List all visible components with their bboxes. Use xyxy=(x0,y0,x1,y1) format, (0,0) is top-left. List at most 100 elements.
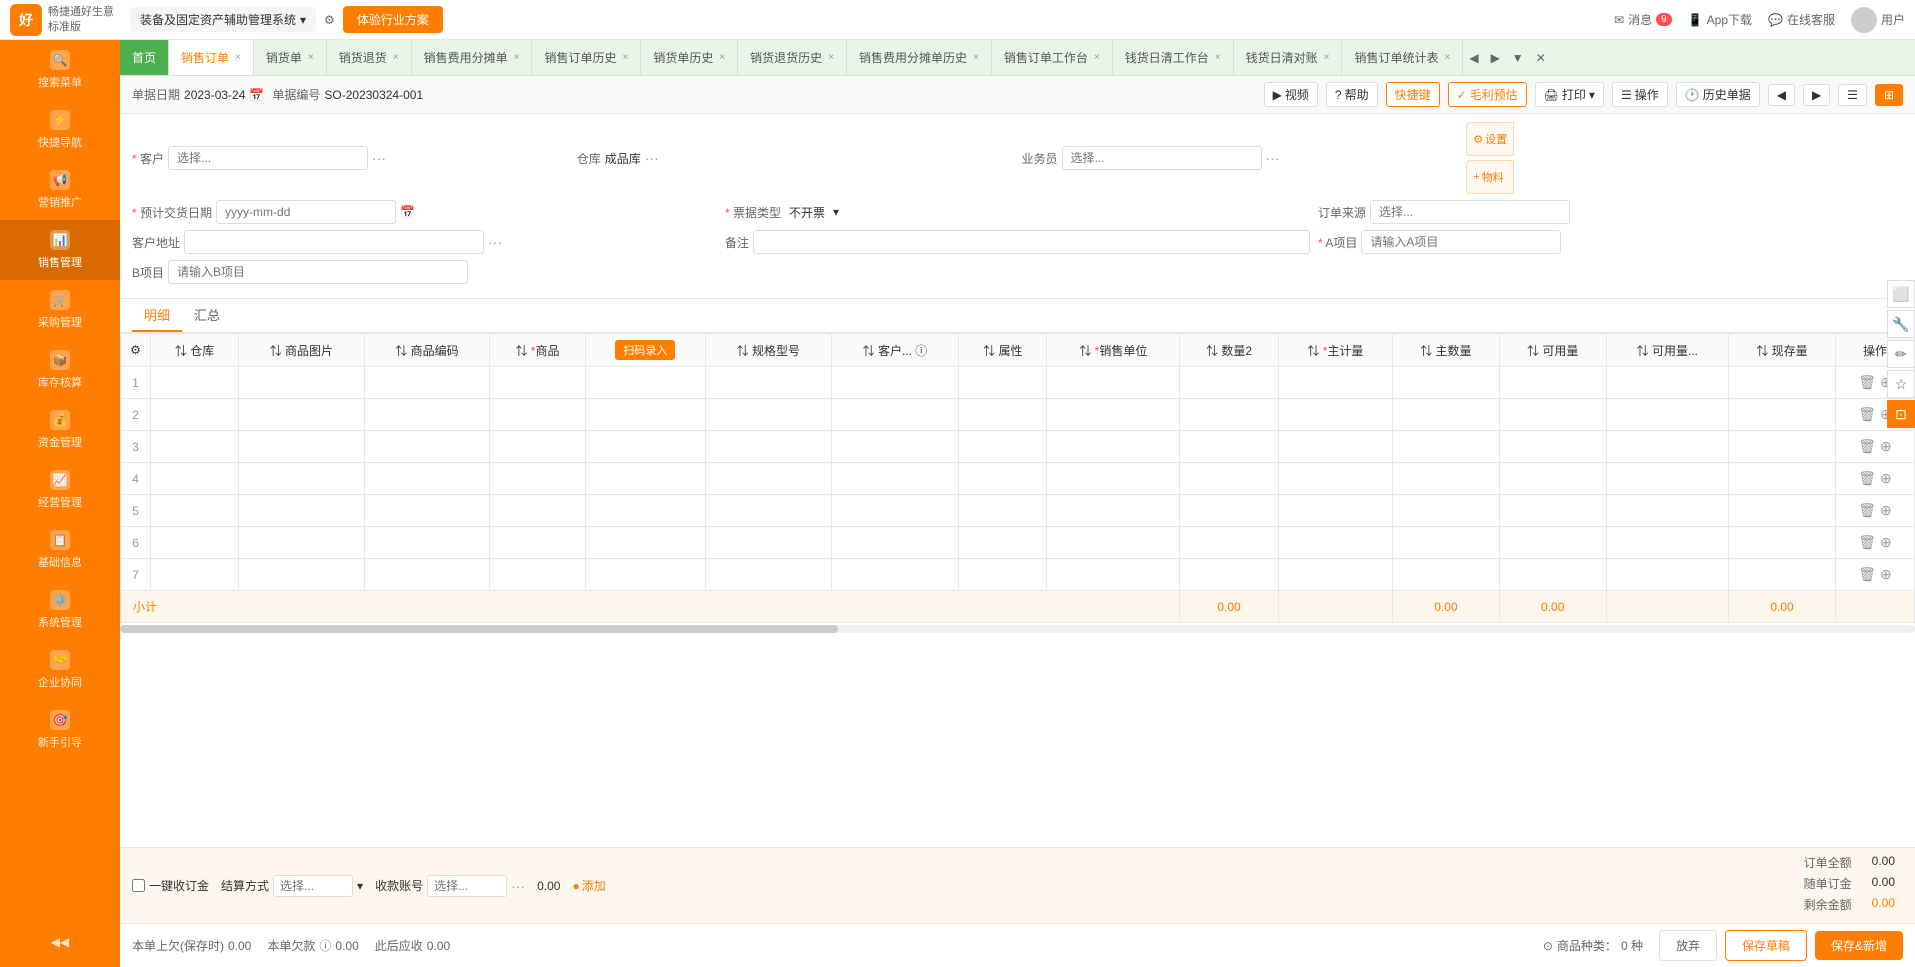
sidebar-item-management[interactable]: 📈 经营管理 xyxy=(0,460,120,520)
col-scan[interactable]: 扫码录入 xyxy=(585,334,705,367)
discard-btn[interactable]: 放弃 xyxy=(1659,930,1717,961)
operation-btn[interactable]: ☰ 操作 xyxy=(1612,82,1668,107)
tab-close-cash-reconcile[interactable]: × xyxy=(1324,52,1330,63)
col-product-code[interactable]: ⇅ 商品编码 xyxy=(364,334,490,367)
app-download-btn[interactable]: 📱 App下载 xyxy=(1688,11,1752,28)
col-product-name[interactable]: ⇅ *商品 xyxy=(490,334,585,367)
sidebar-item-search[interactable]: 🔍 搜索菜单 xyxy=(0,40,120,100)
tab-close-expense-split[interactable]: × xyxy=(514,52,520,63)
save-new-btn[interactable]: 保存&新增 xyxy=(1815,931,1903,960)
sidebar-item-system[interactable]: ⚙️ 系统管理 xyxy=(0,580,120,640)
one-click-payment-checkbox[interactable] xyxy=(132,879,145,892)
tab-sales-order[interactable]: 销售订单 × xyxy=(169,40,254,76)
calendar-icon[interactable]: 📅 xyxy=(249,88,264,102)
customer-addr-input[interactable] xyxy=(184,230,484,254)
tab-menu-btn[interactable]: ▼ xyxy=(1506,51,1530,65)
tab-home[interactable]: 首页 xyxy=(120,40,169,76)
online-service-btn[interactable]: 💬 在线客服 xyxy=(1768,11,1835,28)
sidebar-item-basic[interactable]: 📋 基础信息 xyxy=(0,520,120,580)
col-available-more[interactable]: ⇅ 可用量... xyxy=(1606,334,1728,367)
col-current-stock[interactable]: ⇅ 现存量 xyxy=(1729,334,1836,367)
payment-method-dropdown[interactable]: ▾ xyxy=(357,879,363,893)
tab-close-invoice-history[interactable]: × xyxy=(719,52,725,63)
tab-invoice-history[interactable]: 销货单历史 × xyxy=(641,40,738,76)
detail-tab-detail[interactable]: 明细 xyxy=(132,299,182,332)
row-delete-icon[interactable]: 🗑 xyxy=(1858,566,1876,583)
payment-method-input[interactable] xyxy=(273,875,353,897)
next-record-btn[interactable]: ▶ xyxy=(1803,84,1830,106)
col-attribute[interactable]: ⇅ 属性 xyxy=(959,334,1047,367)
sidebar-item-guide[interactable]: 🎯 新手引导 xyxy=(0,700,120,760)
tab-close-return[interactable]: × xyxy=(393,52,399,63)
tab-close-cash-workbench[interactable]: × xyxy=(1215,52,1221,63)
horizontal-scrollbar[interactable] xyxy=(120,625,1915,633)
tab-prev-btn[interactable]: ◀ xyxy=(1463,51,1484,65)
col-qty2[interactable]: ⇅ 数量2 xyxy=(1180,334,1279,367)
float-btn-1[interactable]: ⬜ xyxy=(1887,280,1915,308)
salesman-input[interactable] xyxy=(1062,146,1262,170)
delivery-calendar-icon[interactable]: 📅 xyxy=(400,205,415,219)
customer-dots-btn[interactable]: ··· xyxy=(372,150,386,166)
float-btn-3[interactable]: ✏ xyxy=(1887,340,1915,368)
tab-expense-history[interactable]: 销售费用分摊单历史 × xyxy=(847,40,992,76)
col-product-image[interactable]: ⇅ 商品图片 xyxy=(239,334,365,367)
material-panel-btn[interactable]: + 物料 xyxy=(1466,160,1514,194)
tab-close-order-history[interactable]: × xyxy=(622,52,628,63)
row-copy-icon[interactable]: ⊕ xyxy=(1880,534,1892,551)
addr-dots-btn[interactable]: ··· xyxy=(488,234,502,250)
tab-close-expense-history[interactable]: × xyxy=(973,52,979,63)
save-draft-btn[interactable]: 保存草稿 xyxy=(1725,930,1807,961)
col-spec[interactable]: ⇅ 规格型号 xyxy=(706,334,832,367)
col-settings[interactable]: ⚙ xyxy=(121,334,151,367)
sidebar-item-inventory[interactable]: 📦 库存核算 xyxy=(0,340,120,400)
system-name-btn[interactable]: 装备及固定资产辅助管理系统 ▾ xyxy=(130,7,316,32)
detail-tab-summary[interactable]: 汇总 xyxy=(182,299,232,332)
col-sales-unit[interactable]: ⇅ *销售单位 xyxy=(1047,334,1180,367)
row-copy-icon[interactable]: ⊕ xyxy=(1880,438,1892,455)
grid-view-btn[interactable]: ⊞ xyxy=(1875,84,1903,106)
tab-cash-workbench[interactable]: 钱货日清工作台 × xyxy=(1113,40,1234,76)
salesman-dots-btn[interactable]: ··· xyxy=(1266,150,1280,166)
tab-close-sales-order[interactable]: × xyxy=(235,52,241,63)
tab-return[interactable]: 销货退货 × xyxy=(327,40,412,76)
b-project-input[interactable] xyxy=(168,260,468,284)
col-main-qty[interactable]: ⇅ 主数量 xyxy=(1392,334,1499,367)
sidebar-item-sales[interactable]: 📊 销售管理 xyxy=(0,220,120,280)
message-btn[interactable]: ✉ 消息 9 xyxy=(1614,11,1672,28)
tab-expense-split[interactable]: 销售费用分摊单 × xyxy=(412,40,533,76)
prev-record-btn[interactable]: ◀ xyxy=(1768,84,1795,106)
remarks-input[interactable] xyxy=(753,230,1310,254)
tab-close-all-btn[interactable]: ✕ xyxy=(1530,51,1552,65)
col-customer-no[interactable]: ⇅ 客户... ⓘ xyxy=(831,334,959,367)
list-view-btn[interactable]: ☰ xyxy=(1838,84,1867,106)
tab-return-history[interactable]: 销货退货历史 × xyxy=(738,40,847,76)
gear-icon[interactable]: ⚙ xyxy=(324,13,335,27)
row-delete-icon[interactable]: 🗑 xyxy=(1858,534,1876,551)
tab-close-order-stats[interactable]: × xyxy=(1444,52,1450,63)
sidebar-item-marketing[interactable]: 📢 营销推广 xyxy=(0,160,120,220)
row-delete-icon[interactable]: 🗑 xyxy=(1858,438,1876,455)
tab-cash-reconcile[interactable]: 钱货日清对账 × xyxy=(1234,40,1343,76)
tab-close-return-history[interactable]: × xyxy=(828,52,834,63)
invoice-dropdown-icon[interactable]: ▾ xyxy=(833,205,839,219)
float-btn-4[interactable]: ☆ xyxy=(1887,370,1915,398)
customer-input[interactable] xyxy=(168,146,368,170)
settings-panel-btn[interactable]: ⚙ 设置 xyxy=(1466,122,1514,156)
tab-order-history[interactable]: 销售订单历史 × xyxy=(532,40,641,76)
float-btn-2[interactable]: 🔧 xyxy=(1887,310,1915,338)
row-delete-icon[interactable]: 🗑 xyxy=(1858,406,1876,423)
col-warehouse[interactable]: ⇅ 仓库 xyxy=(151,334,239,367)
sidebar-item-enterprise[interactable]: 🤝 企业协同 xyxy=(0,640,120,700)
col-main-unit[interactable]: ⇅ *主计量 xyxy=(1278,334,1392,367)
scan-input-btn[interactable]: 扫码录入 xyxy=(615,340,675,360)
row-copy-icon[interactable]: ⊕ xyxy=(1880,502,1892,519)
sidebar-item-finance[interactable]: 💰 资金管理 xyxy=(0,400,120,460)
account-dots-btn[interactable]: ··· xyxy=(511,878,525,894)
user-btn[interactable]: 用户 xyxy=(1851,7,1905,33)
row-delete-icon[interactable]: 🗑 xyxy=(1858,502,1876,519)
float-btn-5[interactable]: ⊡ xyxy=(1887,400,1915,428)
print-btn[interactable]: 🖨 打印 ▾ xyxy=(1535,82,1604,107)
add-payment-btn[interactable]: ● 添加 xyxy=(572,877,605,894)
row-copy-icon[interactable]: ⊕ xyxy=(1880,470,1892,487)
tab-close-order-workbench[interactable]: × xyxy=(1094,52,1100,63)
